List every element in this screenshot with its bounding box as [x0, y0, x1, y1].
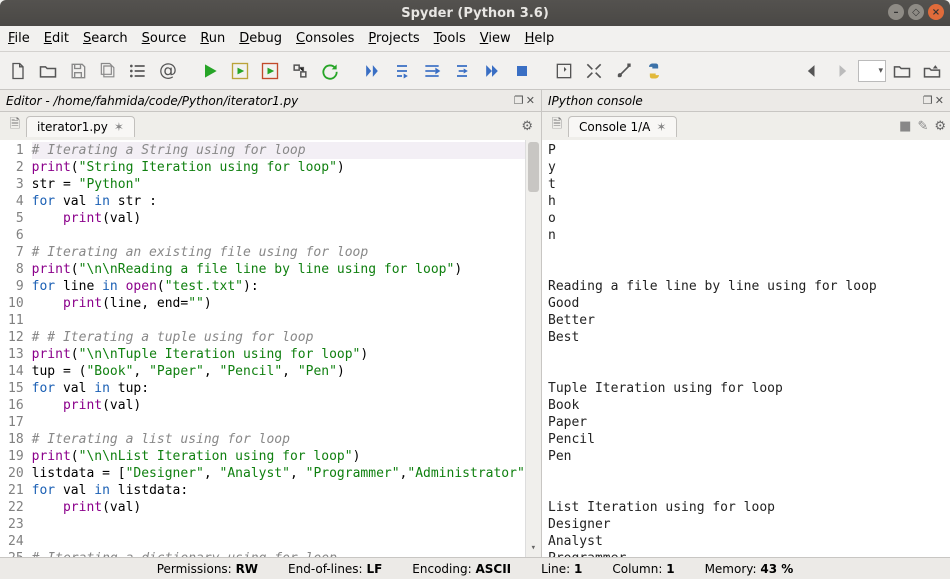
- console-tab[interactable]: Console 1/A ✶: [568, 116, 677, 137]
- at-icon[interactable]: @: [154, 57, 182, 85]
- code-editor[interactable]: 1234567891011121314151617181920212223242…: [0, 140, 541, 557]
- maximize-pane-icon[interactable]: [580, 57, 608, 85]
- window-title: Spyder (Python 3.6): [401, 6, 549, 21]
- parent-dir-icon[interactable]: [918, 57, 946, 85]
- file-browser-icon[interactable]: 🗎: [4, 115, 26, 137]
- console-output[interactable]: P y t h o n Reading a file line by line …: [542, 140, 950, 557]
- menu-consoles[interactable]: Consoles: [296, 31, 354, 46]
- working-dir-dropdown[interactable]: ▾: [858, 60, 886, 82]
- clear-console-icon[interactable]: ✎: [917, 119, 928, 134]
- open-file-icon[interactable]: [34, 57, 62, 85]
- menu-help[interactable]: Help: [525, 31, 555, 46]
- window-titlebar: Spyder (Python 3.6) – ◇ ×: [0, 0, 950, 26]
- menu-file[interactable]: File: [8, 31, 30, 46]
- browse-dir-icon[interactable]: [888, 57, 916, 85]
- editor-pane-title: Editor - /home/fahmida/code/Python/itera…: [6, 94, 298, 108]
- close-pane-icon[interactable]: ✕: [526, 94, 535, 107]
- minimize-button[interactable]: –: [888, 4, 904, 20]
- maximize-button[interactable]: ◇: [908, 4, 924, 20]
- editor-scrollbar[interactable]: ▴▾: [525, 140, 541, 557]
- save-icon[interactable]: [64, 57, 92, 85]
- close-console-tab-icon[interactable]: ✶: [656, 120, 666, 134]
- console-options-icon[interactable]: ⚙: [934, 119, 946, 134]
- editor-tab-label: iterator1.py: [37, 120, 108, 134]
- editor-tab[interactable]: iterator1.py ✶: [26, 116, 135, 137]
- bullets-icon[interactable]: [124, 57, 152, 85]
- menu-search[interactable]: Search: [83, 31, 128, 46]
- console-list-icon[interactable]: 🗎: [546, 115, 568, 137]
- run-cell-icon[interactable]: [226, 57, 254, 85]
- menu-edit[interactable]: Edit: [44, 31, 69, 46]
- menu-source[interactable]: Source: [142, 31, 187, 46]
- menu-debug[interactable]: Debug: [239, 31, 282, 46]
- python-icon[interactable]: [640, 57, 668, 85]
- debug-over-icon[interactable]: [418, 57, 446, 85]
- run-cell-advance-icon[interactable]: [256, 57, 284, 85]
- editor-options-icon[interactable]: ⚙: [521, 119, 533, 134]
- run-selection-icon[interactable]: [286, 57, 314, 85]
- close-console-icon[interactable]: ✕: [935, 94, 944, 107]
- debug-into-icon[interactable]: [388, 57, 416, 85]
- menubar: File Edit Search Source Run Debug Consoles Proj…: [0, 26, 950, 52]
- statusbar: Permissions: RW End-of-lines: LF Encodin…: [0, 557, 950, 579]
- debug-step-icon[interactable]: [358, 57, 386, 85]
- debug-out-icon[interactable]: [448, 57, 476, 85]
- menu-tools[interactable]: Tools: [434, 31, 466, 46]
- console-pane-title: IPython console: [548, 94, 643, 108]
- restore-console-icon[interactable]: ❐: [923, 94, 933, 107]
- new-file-icon[interactable]: [4, 57, 32, 85]
- console-tab-label: Console 1/A: [579, 120, 650, 134]
- menu-view[interactable]: View: [480, 31, 511, 46]
- preferences-icon[interactable]: [610, 57, 638, 85]
- forward-icon[interactable]: [828, 57, 856, 85]
- import-icon[interactable]: [550, 57, 578, 85]
- run-icon[interactable]: [196, 57, 224, 85]
- close-tab-icon[interactable]: ✶: [114, 120, 124, 134]
- debug-stop-icon[interactable]: [508, 57, 536, 85]
- rerun-icon[interactable]: [316, 57, 344, 85]
- back-icon[interactable]: [798, 57, 826, 85]
- main-toolbar: @ ▾: [0, 52, 950, 90]
- menu-projects[interactable]: Projects: [368, 31, 419, 46]
- save-all-icon[interactable]: [94, 57, 122, 85]
- stop-kernel-icon[interactable]: ■: [899, 119, 911, 134]
- restore-pane-icon[interactable]: ❐: [514, 94, 524, 107]
- close-button[interactable]: ×: [928, 4, 944, 20]
- menu-run[interactable]: Run: [200, 31, 225, 46]
- debug-continue-icon[interactable]: [478, 57, 506, 85]
